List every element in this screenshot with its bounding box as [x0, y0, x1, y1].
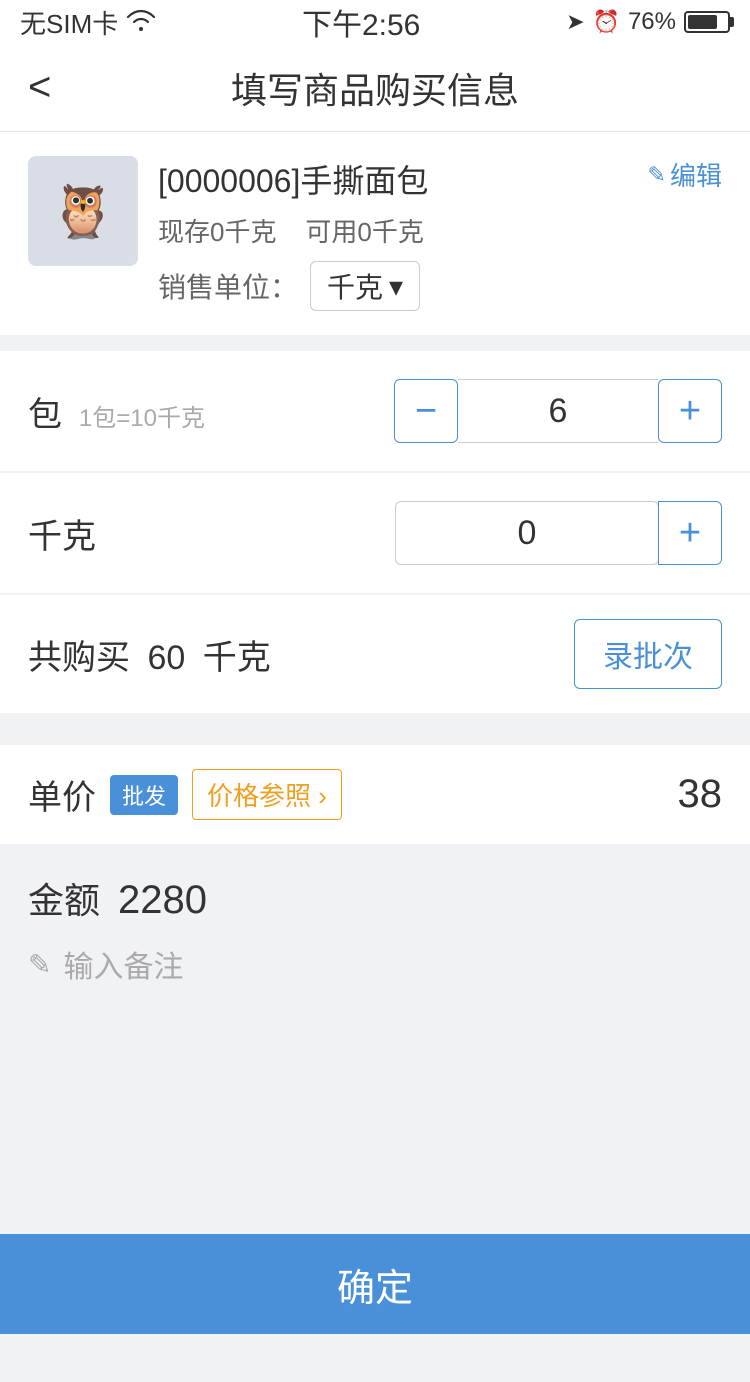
price-value: 38: [678, 772, 723, 817]
price-label-row: 单价 批发 价格参照 ›: [28, 769, 342, 820]
product-name: [0000006]手撕面包: [158, 156, 722, 202]
unit-label: 销售单位：: [158, 266, 298, 306]
price-section: 单价 批发 价格参照 › 38: [0, 745, 750, 844]
kg-qty-input[interactable]: [395, 501, 659, 565]
kg-plus-button[interactable]: +: [658, 501, 722, 565]
alarm-icon: ⏰: [593, 9, 620, 35]
bao-minus-button[interactable]: −: [394, 379, 458, 443]
bao-plus-button[interactable]: +: [658, 379, 722, 443]
kg-label: 千克: [28, 509, 96, 558]
battery-text: 76%: [628, 8, 676, 36]
confirm-btn-text: 确定: [337, 1257, 413, 1312]
wifi-icon: [126, 7, 156, 38]
back-button[interactable]: <: [28, 65, 51, 110]
confirm-button[interactable]: 确定: [0, 1234, 750, 1334]
product-info: [0000006]手撕面包 现存0千克 可用0千克 销售单位： 千克 ▾: [158, 156, 722, 311]
unit-select[interactable]: 千克 ▾: [310, 261, 420, 311]
bao-qty-input[interactable]: [458, 379, 658, 443]
note-row[interactable]: ✎ 输入备注: [28, 942, 722, 986]
status-bar: 无SIM卡 下午2:56 ➤ ⏰ 76%: [0, 0, 750, 44]
total-text: 共购买 60 千克: [28, 630, 271, 679]
price-tag: 批发: [110, 775, 178, 815]
product-stock: 现存0千克 可用0千克: [158, 212, 722, 249]
bao-sublabel: 1包=10千克: [79, 405, 205, 432]
nav-bar: < 填写商品购买信息: [0, 44, 750, 132]
product-section: 🦉 [0000006]手撕面包 现存0千克 可用0千克 销售单位： 千克 ▾ ✎…: [0, 132, 750, 335]
battery-icon: [684, 11, 730, 33]
status-time: 下午2:56: [302, 0, 420, 44]
total-section: 共购买 60 千克 录批次: [0, 595, 750, 713]
edit-icon: ✎: [648, 162, 666, 188]
carrier-text: 无SIM卡: [20, 4, 118, 41]
bao-qty-section: 包 1包=10千克 − +: [0, 351, 750, 471]
batch-button[interactable]: 录批次: [574, 619, 722, 689]
price-label: 单价: [28, 770, 96, 819]
amount-value: 2280: [118, 878, 207, 922]
edit-link[interactable]: ✎ 编辑: [648, 156, 722, 193]
product-unit-row: 销售单位： 千克 ▾: [158, 261, 722, 311]
divider: [0, 729, 750, 745]
kg-qty-section: 千克 +: [0, 473, 750, 593]
pencil-icon: ✎: [28, 948, 51, 981]
bao-label: 包: [28, 396, 62, 434]
total-amount: 60: [147, 639, 185, 677]
bao-qty-control: − +: [394, 379, 722, 443]
bao-label-group: 包 1包=10千克: [28, 387, 205, 436]
bao-qty-row: 包 1包=10千克 − +: [28, 351, 722, 471]
chevron-down-icon: ▾: [389, 270, 403, 303]
status-left: 无SIM卡: [20, 4, 156, 41]
amount-row: 金额 2280: [28, 872, 722, 924]
status-right: ➤ ⏰ 76%: [566, 8, 730, 36]
price-ref-button[interactable]: 价格参照 ›: [192, 769, 342, 820]
product-thumbnail: 🦉: [28, 156, 138, 266]
page-title: 填写商品购买信息: [231, 62, 519, 114]
owl-icon: 🦉: [51, 181, 116, 242]
amount-section: 金额 2280 ✎ 输入备注: [0, 848, 750, 1002]
note-placeholder: 输入备注: [63, 942, 183, 986]
location-icon: ➤: [566, 9, 584, 35]
kg-qty-control: +: [395, 501, 722, 565]
kg-qty-row: 千克 +: [28, 473, 722, 593]
